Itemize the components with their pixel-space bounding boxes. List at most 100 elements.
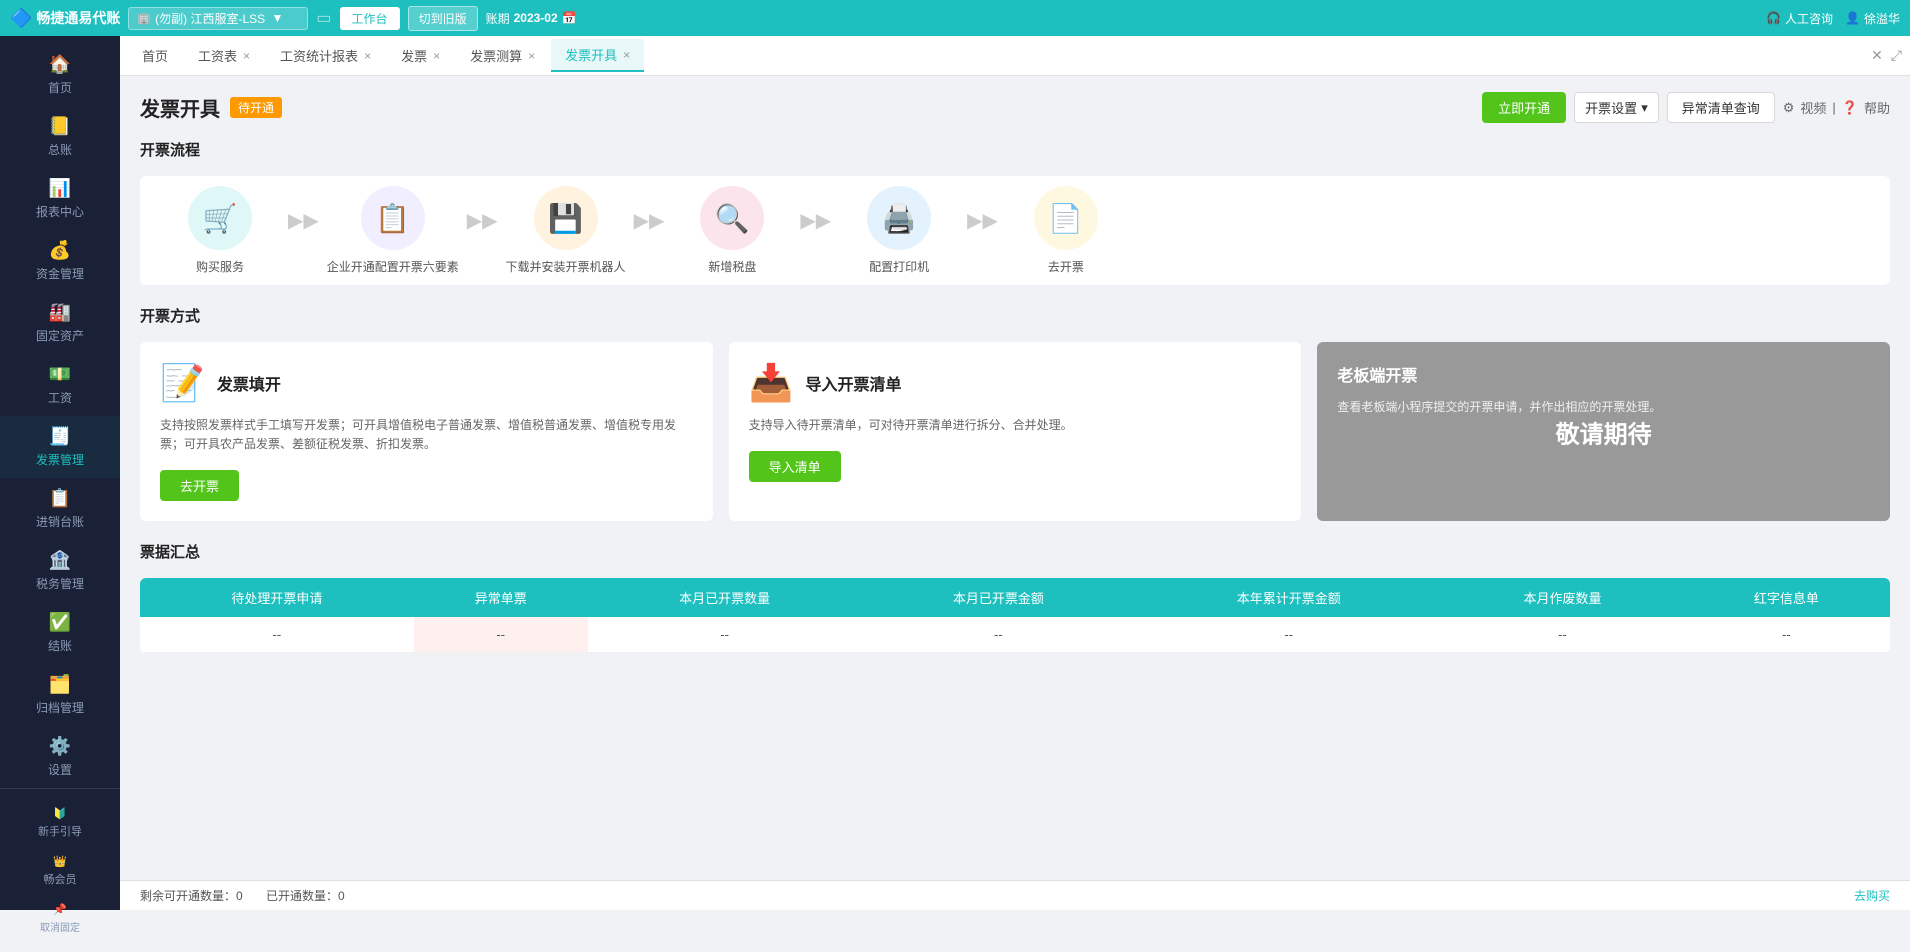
summary-col-6: 本月作废数量 [1442, 578, 1682, 617]
tab-payroll[interactable]: 工资表 × [184, 40, 264, 71]
invoices-icon: 🧾 [49, 426, 71, 447]
home-icon: 🏠 [49, 54, 71, 75]
import-list-button[interactable]: 导入清单 [749, 451, 841, 482]
workflow-label-6: 去开票 [1048, 258, 1084, 275]
payroll-icon: 💵 [49, 364, 71, 385]
status-badge: 待开通 [230, 97, 282, 118]
user-avatar-icon: 👤 [1845, 11, 1860, 25]
sidebar-item-beginner[interactable]: 🔰 新手引导 [0, 799, 120, 847]
calendar-icon[interactable]: 📅 [562, 11, 577, 25]
sidebar-item-member[interactable]: 👑 畅会员 [0, 847, 120, 895]
ticket-settings-button[interactable]: 开票设置 ▾ [1574, 92, 1659, 123]
methods-title: 开票方式 [140, 305, 1890, 326]
summary-col-3: 本月已开票数量 [588, 578, 862, 617]
tab-home[interactable]: 首页 [128, 40, 182, 71]
workflow-arrow-5: ▶▶ [967, 208, 998, 253]
period-info: 账期 2023-02 📅 [486, 10, 577, 27]
tab-close-payroll[interactable]: × [243, 49, 250, 63]
method-import-title: 导入开票清单 [806, 371, 902, 395]
switch-old-version-button[interactable]: 切到旧版 [408, 6, 478, 31]
company-selector[interactable]: 🏢 (勿副) 江西服室-LSS ▼ [128, 7, 308, 30]
workflow-label-3: 下载并安装开票机器人 [506, 258, 626, 275]
method-card-import: 📥 导入开票清单 支持导入待开票清单，可对待开票清单进行拆分、合并处理。 导入清… [729, 342, 1302, 521]
sidebar-item-pin[interactable]: 📌 取消固定 [0, 895, 120, 942]
tab-close-icon[interactable]: ✕ [1871, 47, 1883, 64]
summary-cell-7: -- [1683, 617, 1890, 653]
buy-link[interactable]: 去购买 [1854, 887, 1890, 904]
sidebar-item-tax[interactable]: 🏦 税务管理 [0, 540, 120, 602]
sidebar-item-invoices[interactable]: 🧾 发票管理 [0, 416, 120, 478]
workflow-title: 开票流程 [140, 139, 1890, 160]
archive-icon: 🗂️ [49, 674, 71, 695]
tab-invoice-issue[interactable]: 发票开具 × [551, 39, 644, 72]
method-fill-title: 发票填开 [217, 371, 281, 395]
workflow: 🛒 购买服务 ▶▶ 📋 企业开通配置开票六要素 ▶▶ � [140, 176, 1890, 285]
methods-section: 开票方式 📝 发票填开 支持按照发票样式手工填写开发票；可开具增值税电子普通发票… [140, 305, 1890, 521]
workflow-arrow-1: ▶▶ [288, 208, 319, 253]
summary-cell-6: -- [1442, 617, 1682, 653]
summary-col-7: 红字信息单 [1683, 578, 1890, 617]
sidebar-item-home[interactable]: 🏠 首页 [0, 44, 120, 106]
workflow-arrow-3: ▶▶ [634, 208, 665, 253]
tab-close-invoice-calc[interactable]: × [528, 49, 535, 63]
workflow-icon-download: 💾 [534, 186, 598, 250]
methods-row: 📝 发票填开 支持按照发票样式手工填写开发票；可开具增值税电子普通发票、增值税普… [140, 342, 1890, 521]
method-boss-header: 老板端开票 [1337, 362, 1870, 386]
summary-col-2: 异常单票 [414, 578, 588, 617]
close-account-icon: ✅ [49, 612, 71, 633]
sidebar-item-archive[interactable]: 🗂️ 归档管理 [0, 664, 120, 726]
app-logo: 🔷 畅捷通易代账 [10, 8, 120, 29]
go-issue-button[interactable]: 去开票 [160, 470, 239, 501]
content-area: 首页 工资表 × 工资统计报表 × 发票 × 发票测算 × [120, 36, 1910, 910]
workflow-step-4: 🔍 新增税盘 [672, 186, 792, 275]
customer-service[interactable]: 🎧 人工咨询 [1766, 10, 1833, 27]
tab-close-invoice[interactable]: × [433, 49, 440, 63]
workbench-button[interactable]: 工作台 [340, 7, 400, 30]
sidebar-item-assets[interactable]: 🏭 固定资产 [0, 292, 120, 354]
help-circle-icon: ❓ [1842, 100, 1858, 116]
abnormal-query-button[interactable]: 异常清单查询 [1667, 92, 1775, 123]
open-now-button[interactable]: 立即开通 [1482, 92, 1566, 123]
workflow-arrow-4: ▶▶ [800, 208, 831, 253]
user-profile[interactable]: 👤 徐溢华 [1845, 10, 1900, 27]
tab-invoice[interactable]: 发票 × [387, 40, 454, 71]
method-import-desc: 支持导入待开票清单，可对待开票清单进行拆分、合并处理。 [749, 416, 1282, 435]
reports-icon: 📊 [49, 178, 71, 199]
page-header: 发票开具 待开通 立即开通 开票设置 ▾ 异常清单查询 ⚙ 视频 | ❓ [140, 92, 1890, 123]
method-fill-icon: 📝 [160, 362, 205, 404]
page-title: 发票开具 [140, 93, 220, 122]
tax-icon: 🏦 [49, 550, 71, 571]
sidebar-item-close-account[interactable]: ✅ 结账 [0, 602, 120, 664]
sidebar-item-reports[interactable]: 📊 报表中心 [0, 168, 120, 230]
beginner-icon: 🔰 [53, 807, 67, 820]
workflow-step-5: 🖨️ 配置打印机 [839, 186, 959, 275]
page-footer: 剩余可开通数量：0 已开通数量：0 去购买 [120, 880, 1910, 910]
summary-col-5: 本年累计开票金额 [1135, 578, 1442, 617]
top-bar: 🔷 畅捷通易代账 🏢 (勿副) 江西服室-LSS ▼ ▭ 工作台 切到旧版 账期… [0, 0, 1910, 36]
tab-close-payroll-report[interactable]: × [364, 49, 371, 63]
workflow-step-6: 📄 去开票 [1006, 186, 1126, 275]
summary-row: -- -- -- -- -- -- -- [140, 617, 1890, 653]
method-fill-header: 📝 发票填开 [160, 362, 693, 404]
sidebar: 🏠 首页 📒 总账 📊 报表中心 💰 资金管理 🏭 固定资产 💵 工资 🧾 发票… [0, 36, 120, 910]
sidebar-item-funds[interactable]: 💰 资金管理 [0, 230, 120, 292]
tab-expand-icon[interactable]: ⤢ [1891, 47, 1902, 64]
workflow-icon-config: 📋 [361, 186, 425, 250]
workflow-step-3: 💾 下载并安装开票机器人 [506, 186, 626, 275]
tab-invoice-calc[interactable]: 发票测算 × [456, 40, 549, 71]
sidebar-item-purchase-sales[interactable]: 📋 进销台账 [0, 478, 120, 540]
method-import-icon: 📥 [749, 362, 794, 404]
sidebar-item-settings[interactable]: ⚙️ 设置 [0, 726, 120, 788]
tab-close-invoice-issue[interactable]: × [623, 48, 630, 62]
settings-circle-icon: ⚙ [1783, 100, 1795, 116]
tab-payroll-report[interactable]: 工资统计报表 × [266, 40, 385, 71]
sidebar-item-payroll[interactable]: 💵 工资 [0, 354, 120, 416]
method-card-fill: 📝 发票填开 支持按照发票样式手工填写开发票；可开具增值税电子普通发票、增值税普… [140, 342, 713, 521]
workflow-section: 开票流程 🛒 购买服务 ▶▶ 📋 企业开通配置开票六要素 [140, 139, 1890, 285]
summary-cell-2: -- [414, 617, 588, 653]
coming-soon-label: 敬请期待 [1556, 414, 1652, 449]
tab-actions: ✕ ⤢ [1871, 47, 1902, 64]
workflow-step-1: 🛒 购买服务 [160, 186, 280, 275]
sidebar-item-ledger[interactable]: 📒 总账 [0, 106, 120, 168]
sidebar-bottom: 🔰 新手引导 👑 畅会员 📌 取消固定 [0, 788, 120, 952]
